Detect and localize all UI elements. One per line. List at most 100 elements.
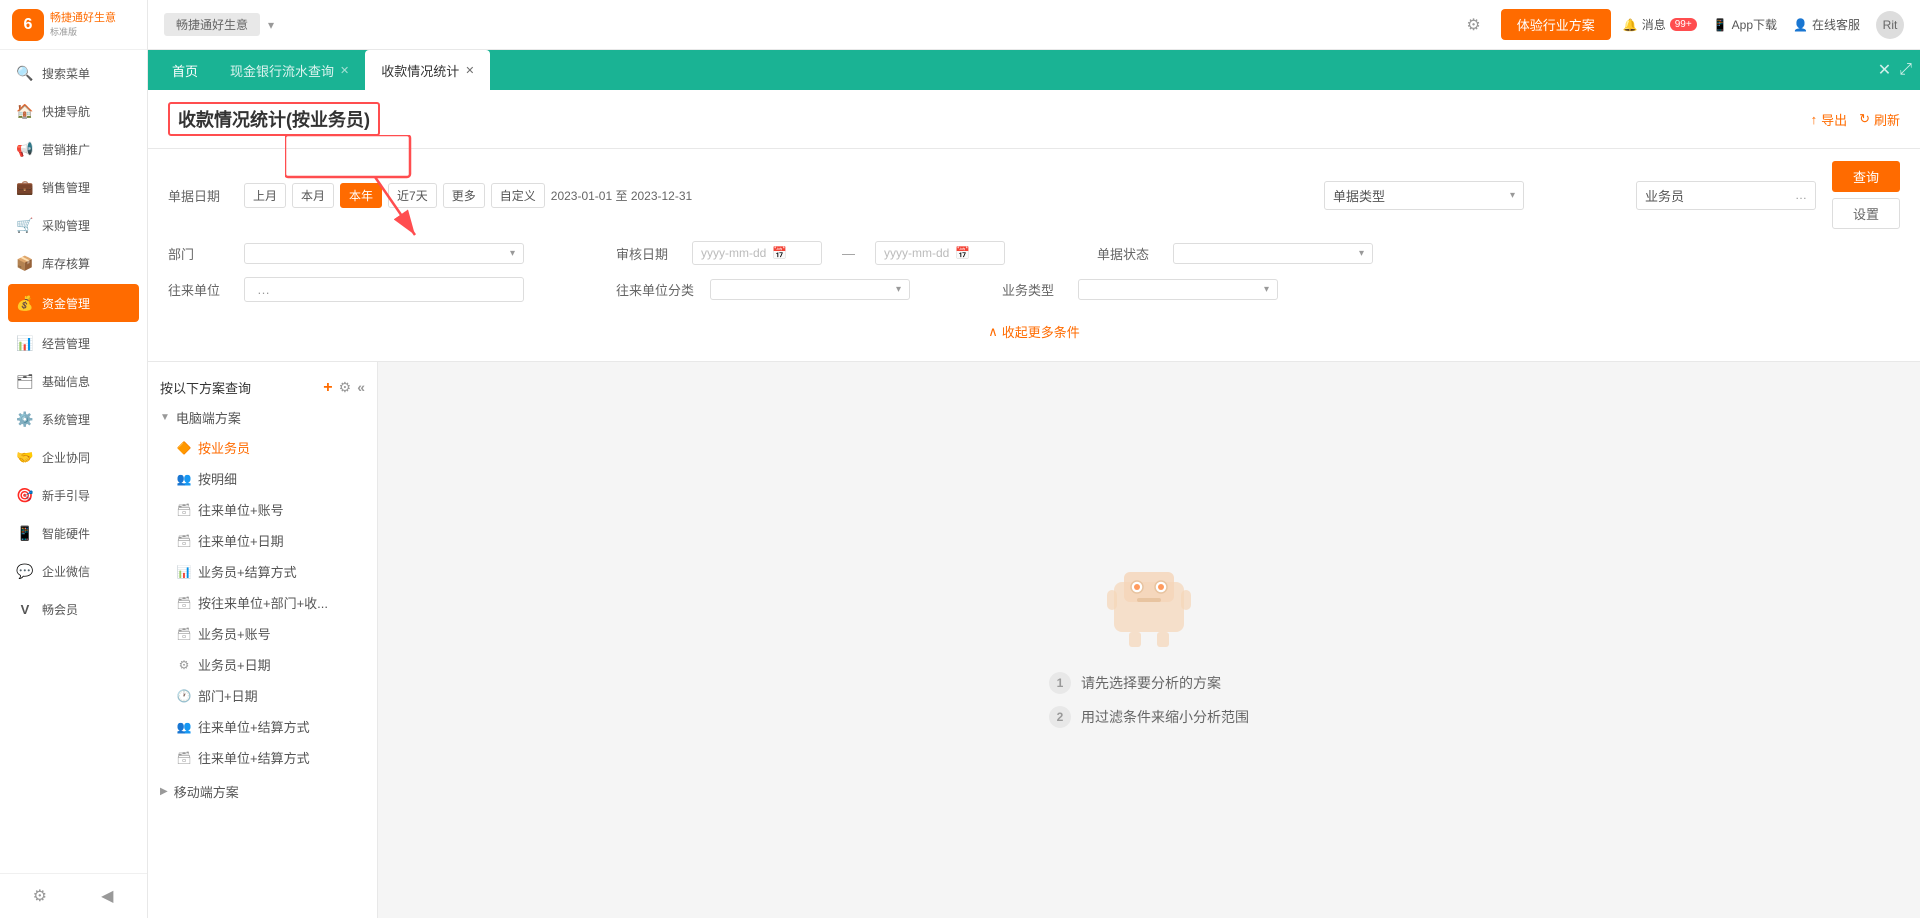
date-btn-more[interactable]: 更多 xyxy=(443,183,485,208)
sidebar-collapse-button[interactable]: ◀ xyxy=(76,882,140,910)
sidebar-item-marketing[interactable]: 📢 营销推广 xyxy=(0,130,147,168)
scheme-group-mobile-header[interactable]: ▶ 移动端方案 xyxy=(148,777,377,806)
add-scheme-icon[interactable]: + xyxy=(323,379,332,397)
chevron-down-icon[interactable]: ▾ xyxy=(268,18,274,32)
sidebar-item-quick-nav[interactable]: 🏠 快捷导航 xyxy=(0,92,147,130)
tab-close-all-icon[interactable]: ✕ xyxy=(1878,60,1891,80)
scheme-group-mobile: ▶ 移动端方案 xyxy=(148,777,377,806)
scheme-item-icon: 👥 xyxy=(176,471,192,487)
tab-collection-stats[interactable]: 收款情况统计 ✕ xyxy=(365,50,490,90)
tabbar: 首页 现金银行流水查询 ✕ 收款情况统计 ✕ ✕ ⤢ xyxy=(148,50,1920,90)
box-icon: 📦 xyxy=(16,254,34,272)
date-btn-last-month[interactable]: 上月 xyxy=(244,183,286,208)
dept-select[interactable]: ▾ xyxy=(244,243,524,264)
sidebar-item-purchase[interactable]: 🛒 采购管理 xyxy=(0,206,147,244)
scheme-item-salesman-payment[interactable]: 📊 业务员+结算方式 xyxy=(148,556,377,587)
sidebar-item-inventory[interactable]: 📦 库存核算 xyxy=(0,244,147,282)
sidebar-item-guide[interactable]: 🎯 新手引导 xyxy=(0,476,147,514)
logo-text: 畅捷通好生意 xyxy=(50,11,116,25)
refresh-icon: ↻ xyxy=(1859,111,1870,127)
scheme-item-by-salesman[interactable]: 🔶 按业务员 xyxy=(148,432,377,463)
sidebar-settings-button[interactable]: ⚙ xyxy=(8,882,72,910)
chevron-down-dept-icon: ▾ xyxy=(510,248,515,259)
scheme-group-desktop-header[interactable]: ▼ 电脑端方案 xyxy=(148,403,377,432)
user-menu[interactable]: Rit xyxy=(1876,11,1904,39)
topbar-app-name: 畅捷通好生意 xyxy=(164,13,260,36)
avatar: Rit xyxy=(1876,11,1904,39)
audit-date-start[interactable]: yyyy-mm-dd 📅 xyxy=(692,241,822,265)
chevron-down-status-icon: ▾ xyxy=(1359,248,1364,259)
search-icon: 🔍 xyxy=(16,64,34,82)
salesman-select[interactable]: 业务员 … xyxy=(1636,181,1816,210)
scheme-item-partner-dept[interactable]: 🗃 按往来单位+部门+收... xyxy=(148,587,377,618)
scheme-item-partner-date[interactable]: 🗃 往来单位+日期 xyxy=(148,525,377,556)
scheme-item-icon: 👥 xyxy=(176,719,192,735)
collapse-button[interactable]: ∧ 收起更多条件 xyxy=(168,314,1900,349)
scheme-button[interactable]: 体验行业方案 xyxy=(1501,9,1611,40)
chevron-down-biz-icon: ▾ xyxy=(1264,284,1269,295)
scheme-item-salesman-date[interactable]: ⚙ 业务员+日期 xyxy=(148,649,377,680)
query-button[interactable]: 查询 xyxy=(1832,161,1900,192)
notifications-button[interactable]: 🔔 消息 99+ xyxy=(1623,16,1697,33)
date-btn-custom[interactable]: 自定义 xyxy=(491,183,545,208)
tab-home[interactable]: 首页 xyxy=(156,50,214,90)
sidebar-item-hardware[interactable]: 📱 智能硬件 xyxy=(0,514,147,552)
export-button[interactable]: ↑ 导出 xyxy=(1811,110,1848,129)
scheme-item-dept-date[interactable]: 🕐 部门+日期 xyxy=(148,680,377,711)
sidebar-item-system[interactable]: ⚙️ 系统管理 xyxy=(0,400,147,438)
biz-type-label: 业务类型 xyxy=(1002,280,1062,299)
scheme-item-partner-account[interactable]: 🗃 往来单位+账号 xyxy=(148,494,377,525)
hardware-icon: 📱 xyxy=(16,524,34,542)
briefcase-icon: 💼 xyxy=(16,178,34,196)
partner-category-select[interactable]: ▾ xyxy=(710,279,910,300)
biz-type-select[interactable]: ▾ xyxy=(1078,279,1278,300)
partner-category-label: 往来单位分类 xyxy=(616,280,694,299)
doc-type-select[interactable]: 单据类型 ▾ xyxy=(1324,181,1524,210)
scheme-item-salesman-account[interactable]: 🗃 业务员+账号 xyxy=(148,618,377,649)
scheme-item-partner-payment-2[interactable]: 🗃 往来单位+结算方式 xyxy=(148,742,377,773)
tab-expand-icon[interactable]: ⤢ xyxy=(1899,61,1912,79)
chevron-down-category-icon: ▾ xyxy=(896,284,901,295)
doc-status-select[interactable]: ▾ xyxy=(1173,243,1373,264)
sidebar-item-sales[interactable]: 💼 销售管理 xyxy=(0,168,147,206)
tab-close-bank-flow[interactable]: ✕ xyxy=(340,64,349,77)
sidebar-item-member[interactable]: V 畅会员 xyxy=(0,590,147,628)
topbar-breadcrumb: 畅捷通好生意 ▾ xyxy=(164,13,1454,36)
date-range-display: 2023-01-01 至 2023-12-31 xyxy=(551,187,692,204)
scheme-item-partner-payment-1[interactable]: 👥 往来单位+结算方式 xyxy=(148,711,377,742)
app-download-button[interactable]: 📱 App下载 xyxy=(1713,16,1777,33)
partner-label: 往来单位 xyxy=(168,280,228,299)
online-service-button[interactable]: 👤 在线客服 xyxy=(1793,16,1860,33)
scheme-collapse-icon[interactable]: « xyxy=(357,379,365,397)
audit-date-end[interactable]: yyyy-mm-dd 📅 xyxy=(875,241,1005,265)
scheme-active-icon: 🔶 xyxy=(176,440,192,456)
service-icon: 👤 xyxy=(1793,18,1808,32)
download-icon: 📱 xyxy=(1713,18,1728,32)
scheme-settings-icon[interactable]: ⚙ xyxy=(339,379,352,397)
page-content: 收款情况统计(按业务员) ↑ 导出 ↻ 刷新 单据日期 上月 本月 本年 xyxy=(148,90,1920,918)
logo-icon: 6 xyxy=(12,9,44,41)
filter-settings-button[interactable]: 设置 xyxy=(1832,198,1900,229)
tab-bank-flow[interactable]: 现金银行流水查询 ✕ xyxy=(214,50,365,90)
finance-icon: 💰 xyxy=(16,294,34,312)
scheme-item-detail[interactable]: 👥 按明细 xyxy=(148,463,377,494)
partner-select[interactable]: … xyxy=(244,277,524,302)
date-btn-this-year[interactable]: 本年 xyxy=(340,183,382,208)
date-btn-7days[interactable]: 近7天 xyxy=(388,183,437,208)
sidebar-item-operation[interactable]: 📊 经营管理 xyxy=(0,324,147,362)
refresh-button[interactable]: ↻ 刷新 xyxy=(1859,110,1900,129)
audit-date-label: 审核日期 xyxy=(616,244,676,263)
tab-close-collection-stats[interactable]: ✕ xyxy=(465,64,474,77)
scheme-panel-icons: + ⚙ « xyxy=(323,379,365,397)
date-btn-this-month[interactable]: 本月 xyxy=(292,183,334,208)
partner-more-icon[interactable]: … xyxy=(257,282,270,297)
sidebar-item-enterprise[interactable]: 🤝 企业协同 xyxy=(0,438,147,476)
settings-icon[interactable]: ⚙ xyxy=(1466,15,1480,35)
date-filter-group: 上月 本月 本年 近7天 更多 自定义 2023-01-01 至 2023-12… xyxy=(244,183,692,208)
content-body: 按以下方案查询 + ⚙ « ▼ 电脑端方案 🔶 按业务员 xyxy=(148,362,1920,918)
sidebar-bottom: ⚙ ◀ xyxy=(0,873,147,918)
sidebar-item-search[interactable]: 🔍 搜索菜单 xyxy=(0,54,147,92)
sidebar-item-wechat[interactable]: 💬 企业微信 xyxy=(0,552,147,590)
sidebar-item-basic[interactable]: 🗂 基础信息 xyxy=(0,362,147,400)
sidebar-item-finance[interactable]: 💰 资金管理 xyxy=(8,284,139,322)
